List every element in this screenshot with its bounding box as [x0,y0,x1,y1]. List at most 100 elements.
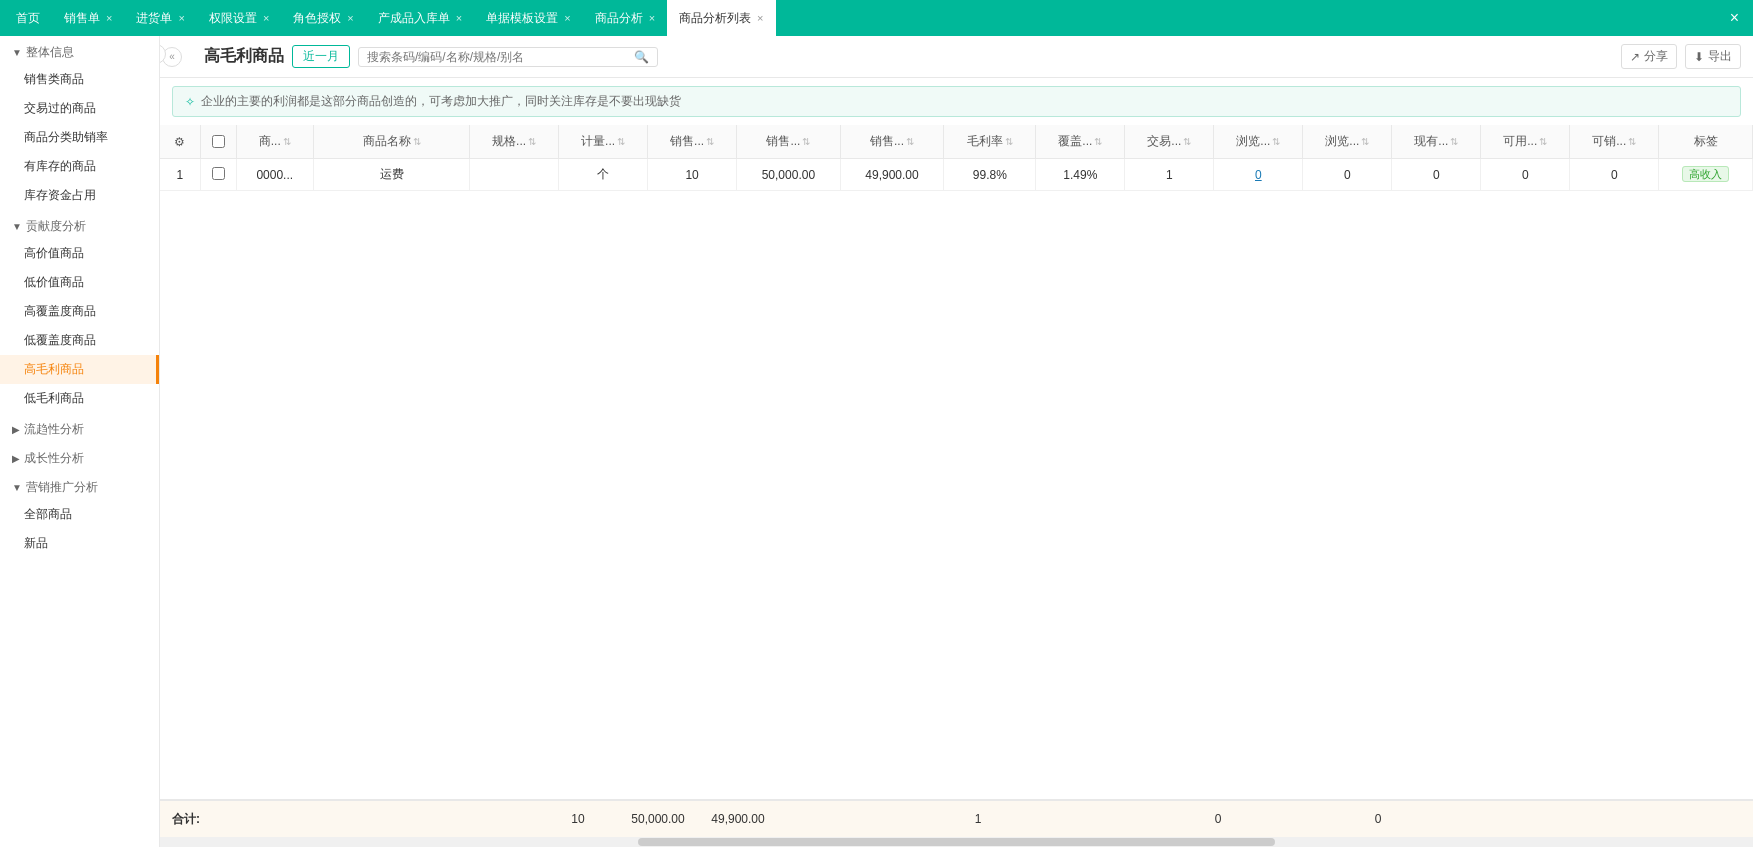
cell-gross-margin: 99.8% [944,159,1036,191]
sort-icon-browse1[interactable]: ⇅ [1272,136,1280,147]
cell-current-stock: 0 [1392,159,1481,191]
cell-sales-amount: 50,000.00 [737,159,841,191]
sidebar: ▼ 整体信息 销售类商品 交易过的商品 商品分类助销率 有库存的商品 库存资金占… [0,36,160,847]
content-header: « 高毛利商品 近一月 🔍 ↗ 分享 ⬇ 导出 [160,36,1753,78]
share-btn[interactable]: ↗ 分享 [1621,44,1677,69]
col-tag: 标签 [1659,125,1753,159]
sort-icon-coverage[interactable]: ⇅ [1094,136,1102,147]
nav-purchase[interactable]: 进货单 × [124,0,196,36]
cell-checkbox[interactable] [200,159,236,191]
footer-spacer-coverage [858,812,938,826]
nav-template[interactable]: 单据模板设置 × [474,0,582,36]
close-permission-tab[interactable]: × [263,12,269,24]
search-icon[interactable]: 🔍 [634,50,649,64]
nav-sales[interactable]: 销售单 × [52,0,124,36]
sidebar-group-growth[interactable]: ▶ 成长性分析 [0,442,159,471]
sidebar-item-new-goods[interactable]: 新品 [0,529,159,558]
sidebar-group-contribution[interactable]: ▼ 贡献度分析 [0,210,159,239]
sidebar-group-overview[interactable]: ▼ 整体信息 [0,36,159,65]
tag-badge: 高收入 [1682,166,1729,182]
sidebar-item-high-coverage[interactable]: 高覆盖度商品 [0,297,159,326]
cell-browse1[interactable]: 0 [1214,159,1303,191]
settings-icon[interactable]: ⚙ [174,135,185,149]
col-settings[interactable]: ⚙ [160,125,200,159]
footer-total: 合计: 10 50,000.00 49,900.00 1 0 0 [160,799,1753,837]
footer-spacer-2 [272,812,308,826]
scroll-thumb[interactable] [638,838,1275,846]
close-purchase-tab[interactable]: × [178,12,184,24]
sidebar-item-all-goods[interactable]: 全部商品 [0,500,159,529]
cell-unit: 个 [559,159,648,191]
sort-icon-unit[interactable]: ⇅ [617,136,625,147]
data-table: ⚙ 商... ⇅ 商品名称 [160,125,1753,191]
sort-icon-transaction[interactable]: ⇅ [1183,136,1191,147]
nav-product-analysis-list[interactable]: 商品分析列表 × [667,0,775,36]
cell-available: 0 [1481,159,1570,191]
header-actions: ↗ 分享 ⬇ 导出 [1621,44,1741,69]
sidebar-item-low-value[interactable]: 低价值商品 [0,268,159,297]
info-banner: ✧ 企业的主要的利润都是这部分商品创造的，可考虑加大推广，同时关注库存是不要出现… [172,86,1741,117]
close-product-analysis-list-tab[interactable]: × [757,12,763,24]
nav-product-inbound[interactable]: 产成品入库单 × [366,0,474,36]
sidebar-item-sales-goods[interactable]: 销售类商品 [0,65,159,94]
sort-icon-margin[interactable]: ⇅ [1005,136,1013,147]
col-browse1: 浏览... ⇅ [1214,125,1303,159]
footer-spacer-margin [778,812,858,826]
sidebar-item-stocked-goods[interactable]: 有库存的商品 [0,152,159,181]
nav-product-analysis[interactable]: 商品分析 × [583,0,667,36]
sort-icon-available[interactable]: ⇅ [1539,136,1547,147]
sidebar-group-trend[interactable]: ▶ 流趋性分析 [0,413,159,442]
cell-tag: 高收入 [1659,159,1753,191]
page-title: 高毛利商品 [204,46,284,67]
sidebar-item-high-margin[interactable]: 高毛利商品 [0,355,159,384]
sort-icon-spec[interactable]: ⇅ [528,136,536,147]
share-icon: ↗ [1630,50,1640,64]
col-gross-margin: 毛利率 ⇅ [944,125,1036,159]
footer-spacer-available [1258,812,1338,826]
sidebar-item-category-rate[interactable]: 商品分类助销率 [0,123,159,152]
col-sales-cost: 销售... ⇅ [840,125,944,159]
row-checkbox[interactable] [212,167,225,180]
arrow-icon-2: ▼ [12,221,22,232]
sort-icon-sellable[interactable]: ⇅ [1628,136,1636,147]
sort-icon-qty[interactable]: ⇅ [706,136,714,147]
footer-transaction: 1 [938,812,1018,826]
cell-sales-cost: 49,900.00 [840,159,944,191]
select-all-checkbox[interactable] [212,135,225,148]
cell-index: 1 [160,159,200,191]
close-role-tab[interactable]: × [347,12,353,24]
close-product-analysis-tab[interactable]: × [649,12,655,24]
sort-icon-cost[interactable]: ⇅ [906,136,914,147]
sidebar-item-stock-capital[interactable]: 库存资金占用 [0,181,159,210]
close-template-tab[interactable]: × [564,12,570,24]
sidebar-group-marketing[interactable]: ▼ 营销推广分析 [0,471,159,500]
col-checkbox[interactable] [200,125,236,159]
col-current-stock: 现有... ⇅ [1392,125,1481,159]
sort-icon-code[interactable]: ⇅ [283,136,291,147]
sort-icon-browse2[interactable]: ⇅ [1361,136,1369,147]
close-all-tabs[interactable]: × [1720,9,1749,27]
sort-icon-amount[interactable]: ⇅ [802,136,810,147]
export-btn[interactable]: ⬇ 导出 [1685,44,1741,69]
footer-sales-qty: 10 [538,812,618,826]
search-input[interactable] [367,50,634,64]
footer-spacer-browse1 [1018,812,1098,826]
close-sales-tab[interactable]: × [106,12,112,24]
info-icon: ✧ [185,95,195,109]
sidebar-item-low-margin[interactable]: 低毛利商品 [0,384,159,413]
sort-icon-name[interactable]: ⇅ [413,136,421,147]
sidebar-item-high-value[interactable]: 高价值商品 [0,239,159,268]
sidebar-item-low-coverage[interactable]: 低覆盖度商品 [0,326,159,355]
sidebar-item-traded-goods[interactable]: 交易过的商品 [0,94,159,123]
cell-sellable: 0 [1570,159,1659,191]
nav-home[interactable]: 首页 [4,0,52,36]
nav-role[interactable]: 角色授权 × [281,0,365,36]
table-wrapper[interactable]: ⚙ 商... ⇅ 商品名称 [160,125,1753,799]
cell-name: 运费 [314,159,470,191]
nav-permission[interactable]: 权限设置 × [197,0,281,36]
close-product-inbound-tab[interactable]: × [456,12,462,24]
col-browse2: 浏览... ⇅ [1303,125,1392,159]
horizontal-scrollbar[interactable] [160,837,1753,847]
sort-icon-current[interactable]: ⇅ [1450,136,1458,147]
filter-recent-btn[interactable]: 近一月 [292,45,350,68]
